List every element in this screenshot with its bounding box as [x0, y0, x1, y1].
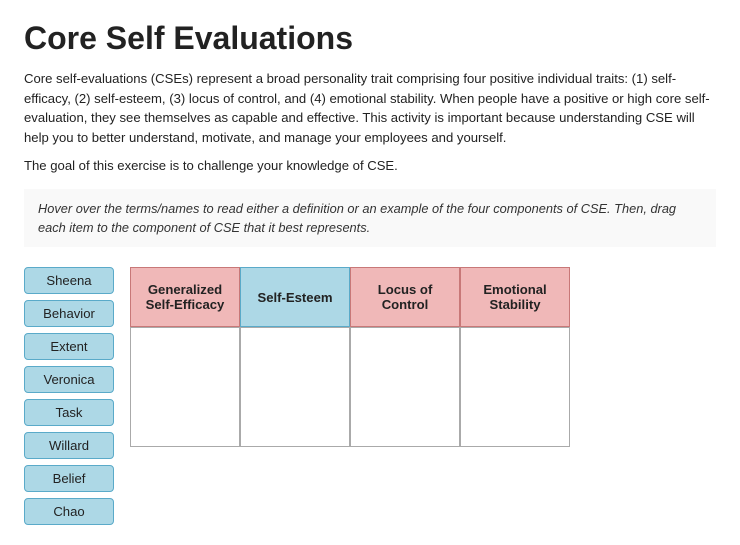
- drop-boxes-row: [130, 327, 570, 447]
- term-item-belief[interactable]: Belief: [24, 465, 114, 492]
- drop-box-generalized-self-efficacy[interactable]: [130, 327, 240, 447]
- drop-box-locus-of-control[interactable]: [350, 327, 460, 447]
- columns-header-row: Generalized Self-EfficacySelf-EsteemLocu…: [130, 267, 570, 327]
- instruction-text: Hover over the terms/names to read eithe…: [24, 189, 716, 247]
- column-header-generalized-self-efficacy: Generalized Self-Efficacy: [130, 267, 240, 327]
- term-item-task[interactable]: Task: [24, 399, 114, 426]
- column-header-locus-of-control: Locus of Control: [350, 267, 460, 327]
- term-item-sheena[interactable]: Sheena: [24, 267, 114, 294]
- column-header-emotional-stability: Emotional Stability: [460, 267, 570, 327]
- terms-list: Sheena Behavior Extent Veronica Task Willard B…: [24, 267, 114, 525]
- term-item-veronica[interactable]: Veronica: [24, 366, 114, 393]
- term-item-chao[interactable]: Chao: [24, 498, 114, 525]
- term-item-extent[interactable]: Extent: [24, 333, 114, 360]
- description-text: Core self-evaluations (CSEs) represent a…: [24, 69, 716, 148]
- drop-box-emotional-stability[interactable]: [460, 327, 570, 447]
- page-title: Core Self Evaluations: [24, 20, 716, 57]
- drop-zone-area: Generalized Self-EfficacySelf-EsteemLocu…: [130, 267, 570, 447]
- term-item-willard[interactable]: Willard: [24, 432, 114, 459]
- activity-area: Sheena Behavior Extent Veronica Task Willard B…: [24, 267, 716, 525]
- goal-text: The goal of this exercise is to challeng…: [24, 158, 716, 173]
- term-item-behavior[interactable]: Behavior: [24, 300, 114, 327]
- column-header-self-esteem: Self-Esteem: [240, 267, 350, 327]
- drop-box-self-esteem[interactable]: [240, 327, 350, 447]
